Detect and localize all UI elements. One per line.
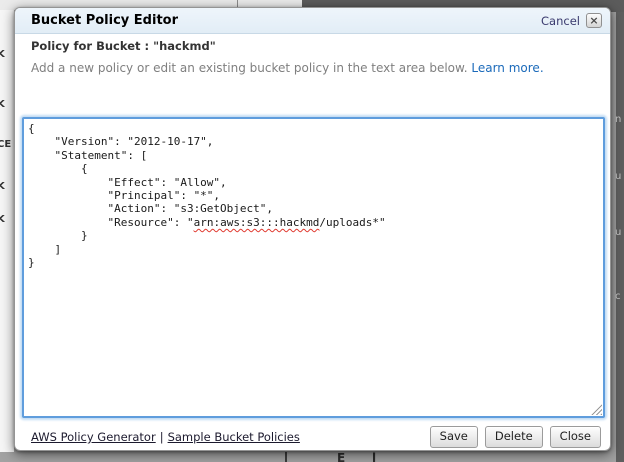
learn-more-link[interactable]: Learn more. [471,61,543,75]
dialog-footer: AWS Policy Generator | Sample Bucket Polic… [31,424,601,450]
save-button[interactable]: Save [430,426,478,448]
background-page-left: K K CE K K [0,10,14,452]
description-text: Add a new policy or edit an existing buc… [31,61,596,75]
policy-textarea[interactable]: { "Version": "2012-10-17", "Statement": … [22,117,605,418]
bg-fragment: u [615,172,621,182]
button-row: Save Delete Close [430,426,601,448]
policy-for-bucket-label: Policy for Bucket : "hackmd" [31,39,216,53]
bg-fragment: CE [0,140,11,150]
bg-fragment: u [615,228,621,238]
policy-text-misspelled: arn:aws:s3:::hackmd [194,216,320,229]
bucket-policy-editor-dialog: Bucket Policy Editor Cancel × Policy for… [14,7,611,451]
cancel-link[interactable]: Cancel [541,14,580,28]
background-divider [285,452,287,462]
dialog-header: Bucket Policy Editor Cancel × [15,8,610,34]
sample-bucket-policies-link[interactable]: Sample Bucket Policies [168,430,300,444]
header-actions: Cancel × [541,13,602,28]
policy-text: { "Version": "2012-10-17", "Statement": … [24,119,603,272]
bg-fragment: K [0,50,5,60]
close-icon[interactable]: × [586,13,602,28]
resize-handle-icon[interactable] [591,404,602,415]
bg-fragment: E [337,453,345,462]
bg-fragment: K [0,100,5,110]
bg-fragment: n [615,115,621,125]
bg-fragment: K [0,215,5,225]
bg-fragment: K [0,182,5,192]
background-page-right: n u u c [616,12,624,462]
link-separator: | [160,430,164,444]
close-button[interactable]: Close [550,426,601,448]
footer-links: AWS Policy Generator | Sample Bucket Polic… [31,430,300,444]
dialog-title: Bucket Policy Editor [31,13,178,28]
delete-button[interactable]: Delete [485,426,543,448]
background-page-bottom: E l [0,452,616,462]
aws-policy-generator-link[interactable]: AWS Policy Generator [31,430,156,444]
bg-fragment: c [615,292,621,302]
policy-text-pre: { "Version": "2012-10-17", "Statement": … [28,122,273,229]
bg-fragment: l [372,453,376,462]
description-body: Add a new policy or edit an existing buc… [31,61,468,75]
